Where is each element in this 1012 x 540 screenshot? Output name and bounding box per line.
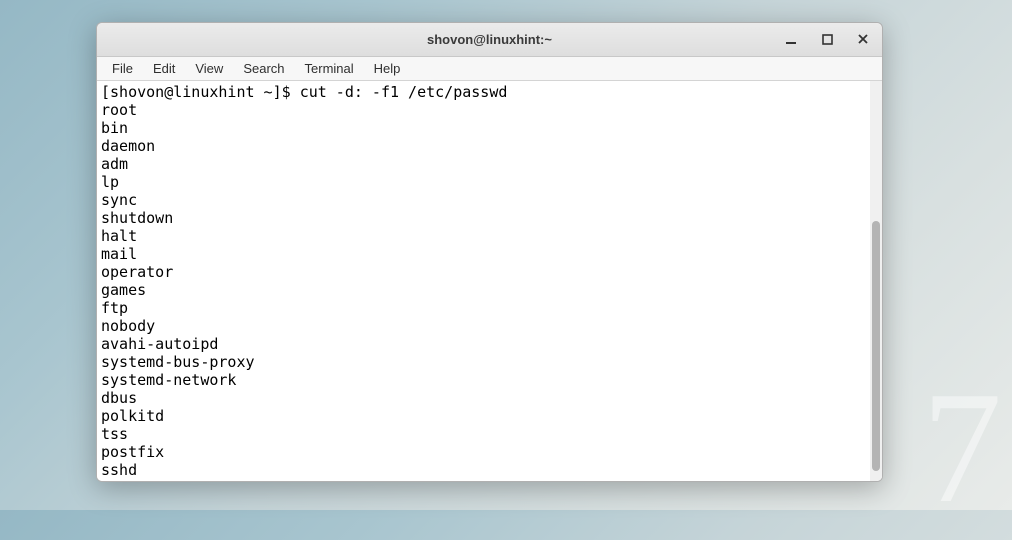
close-button[interactable]	[852, 28, 874, 50]
output-line: lp	[101, 173, 119, 191]
scrollbar-thumb[interactable]	[872, 221, 880, 471]
output-line: sync	[101, 191, 137, 209]
menu-search[interactable]: Search	[234, 59, 293, 78]
output-line: dbus	[101, 389, 137, 407]
output-line: systemd-network	[101, 371, 236, 389]
output-line: postfix	[101, 443, 164, 461]
window-controls	[780, 23, 874, 56]
output-line: shutdown	[101, 209, 173, 227]
output-line: operator	[101, 263, 173, 281]
menubar: File Edit View Search Terminal Help	[97, 57, 882, 81]
menu-edit[interactable]: Edit	[144, 59, 184, 78]
menu-terminal[interactable]: Terminal	[296, 59, 363, 78]
terminal-window: shovon@linuxhint:~ File Edit View Search…	[96, 22, 883, 482]
desktop-watermark: 7	[922, 355, 1002, 540]
maximize-icon	[822, 34, 833, 45]
close-icon	[857, 33, 869, 45]
minimize-button[interactable]	[780, 28, 802, 50]
output-line: systemd-bus-proxy	[101, 353, 255, 371]
maximize-button[interactable]	[816, 28, 838, 50]
output-line: daemon	[101, 137, 155, 155]
output-line: tss	[101, 425, 128, 443]
output-line: avahi-autoipd	[101, 335, 218, 353]
output-line: halt	[101, 227, 137, 245]
output-line: mail	[101, 245, 137, 263]
output-line: root	[101, 101, 137, 119]
titlebar[interactable]: shovon@linuxhint:~	[97, 23, 882, 57]
minimize-icon	[785, 33, 797, 45]
output-line: games	[101, 281, 146, 299]
terminal-area: [shovon@linuxhint ~]$ cut -d: -f1 /etc/p…	[97, 81, 882, 481]
output-line: sshd	[101, 461, 137, 479]
shell-prompt: [shovon@linuxhint ~]$	[101, 83, 300, 101]
window-title: shovon@linuxhint:~	[427, 32, 552, 47]
menu-view[interactable]: View	[186, 59, 232, 78]
output-line: bin	[101, 119, 128, 137]
output-line: nobody	[101, 317, 155, 335]
menu-file[interactable]: File	[103, 59, 142, 78]
menu-help[interactable]: Help	[365, 59, 410, 78]
terminal-content[interactable]: [shovon@linuxhint ~]$ cut -d: -f1 /etc/p…	[97, 81, 870, 481]
output-line: polkitd	[101, 407, 164, 425]
scrollbar[interactable]	[870, 81, 882, 481]
output-line: ftp	[101, 299, 128, 317]
shell-command: cut -d: -f1 /etc/passwd	[300, 83, 508, 101]
output-line: adm	[101, 155, 128, 173]
